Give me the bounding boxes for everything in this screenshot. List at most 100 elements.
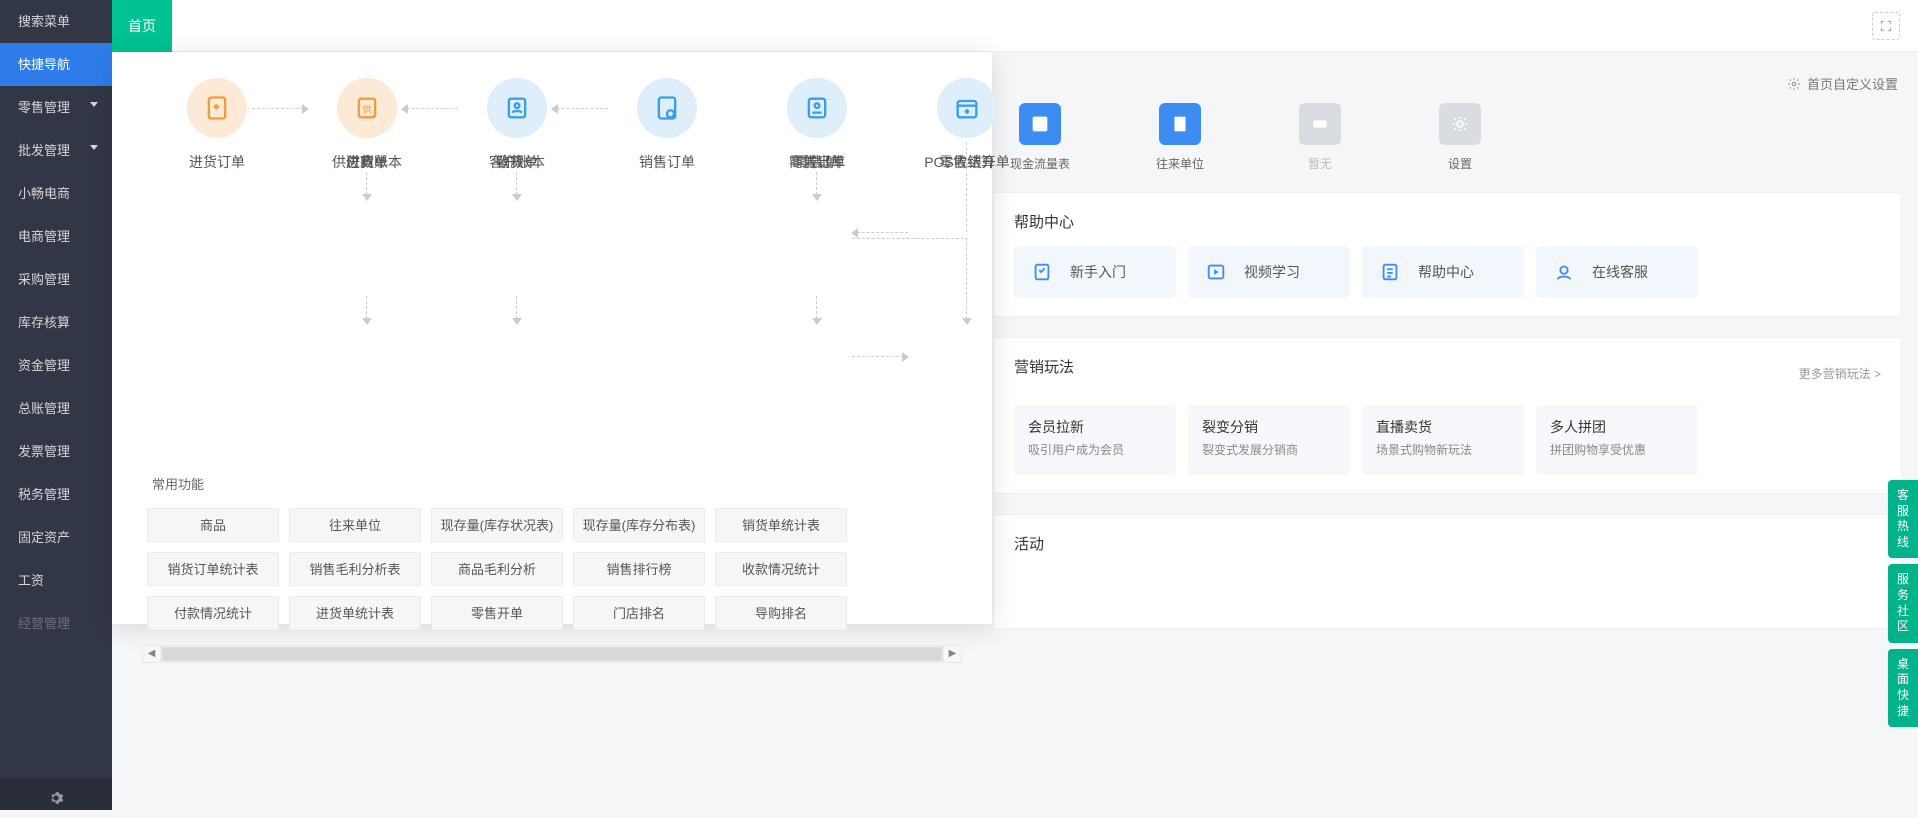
sidebar-item-funds[interactable]: 资金管理 xyxy=(0,344,112,387)
tag-community[interactable]: 服务社区 xyxy=(1888,564,1918,642)
fullscreen-button[interactable] xyxy=(1872,12,1900,40)
cf-btn[interactable]: 商品 xyxy=(147,508,279,542)
svg-text:供: 供 xyxy=(362,104,371,115)
help-card-support[interactable]: 在线客服 xyxy=(1536,246,1698,298)
gear-icon xyxy=(48,786,64,802)
flow-node-retail-settle[interactable]: 零售结算 xyxy=(892,78,1042,172)
customize-link[interactable]: 首页自定义设置 xyxy=(1787,74,1898,93)
quick-contacts[interactable]: 往来单位 xyxy=(1145,103,1215,172)
cf-btn[interactable]: 门店排名 xyxy=(573,596,705,630)
document-in-icon xyxy=(187,78,247,138)
marketing-more-link[interactable]: 更多营销玩法 > xyxy=(1799,365,1881,382)
sidebar-item-label: 工资 xyxy=(18,573,44,588)
activity-panel: 活动 xyxy=(993,514,1902,629)
sidebar-item-label: 电商管理 xyxy=(18,229,70,244)
cf-btn[interactable]: 导购排名 xyxy=(715,596,847,630)
sidebar-item-business[interactable]: 经营管理 xyxy=(0,602,112,645)
customer-icon xyxy=(487,78,547,138)
sidebar-item-tax[interactable]: 税务管理 xyxy=(0,473,112,516)
tag-hotline[interactable]: 客服热线 xyxy=(1888,480,1918,558)
document-icon xyxy=(1376,258,1404,286)
help-card-getting-started[interactable]: 新手入门 xyxy=(1014,246,1176,298)
flow-node-sales-order[interactable]: 销售订单 xyxy=(592,78,742,172)
supplier-icon: 供 xyxy=(337,78,397,138)
help-card-center[interactable]: 帮助中心 xyxy=(1362,246,1524,298)
mkt-card-live[interactable]: 直播卖货场景式购物新玩法 xyxy=(1362,405,1524,475)
mkt-card-group[interactable]: 多人拼团拼团购物享受优惠 xyxy=(1536,405,1698,475)
activity-title: 活动 xyxy=(1014,533,1881,554)
flow-node-retail-out[interactable]: 零售出库 xyxy=(742,78,892,172)
cf-btn[interactable]: 销货订单统计表 xyxy=(147,552,279,586)
sidebar-item-ledger[interactable]: 总账管理 xyxy=(0,387,112,430)
mkt-card-member[interactable]: 会员拉新吸引用户成为会员 xyxy=(1014,405,1176,475)
cf-btn[interactable]: 往来单位 xyxy=(289,508,421,542)
arrow-icon xyxy=(852,352,908,362)
marketing-title: 营销玩法 xyxy=(1014,356,1074,377)
cf-btn[interactable]: 付款情况统计 xyxy=(147,596,279,630)
arrow-icon xyxy=(362,172,372,200)
building-icon xyxy=(1159,103,1201,145)
common-functions-grid: 商品 往来单位 现存量(库存状况表) 现存量(库存分布表) 销货单统计表 销货订… xyxy=(122,503,982,635)
sidebar-item-salary[interactable]: 工资 xyxy=(0,559,112,602)
quick-actions: 现金流量表 往来单位 暂无 设置 xyxy=(993,103,1902,172)
scrollbar-thumb[interactable] xyxy=(162,647,942,661)
floating-tags: 客服热线 服务社区 桌面快捷 xyxy=(1888,480,1918,727)
sidebar-item-label: 搜索菜单 xyxy=(18,14,70,29)
outbound-icon xyxy=(787,78,847,138)
chevron-down-icon xyxy=(90,145,98,150)
sidebar-item-label: 资金管理 xyxy=(18,358,70,373)
sidebar-item-retail[interactable]: 零售管理 xyxy=(0,86,112,129)
cf-btn[interactable]: 进货单统计表 xyxy=(289,596,421,630)
arrow-icon xyxy=(812,172,822,200)
arrow-icon xyxy=(962,238,972,324)
flow-node-customer-ledger[interactable]: 客户账本 xyxy=(442,78,592,172)
sidebar-item-label: 批发管理 xyxy=(18,143,70,158)
sidebar-item-label: 固定资产 xyxy=(18,530,70,545)
cf-btn[interactable]: 销售排行榜 xyxy=(573,552,705,586)
scroll-right-icon[interactable]: ▶ xyxy=(943,646,961,662)
quick-settings[interactable]: 设置 xyxy=(1425,103,1495,172)
sidebar-item-label: 小畅电商 xyxy=(18,186,70,201)
sidebar-item-assets[interactable]: 固定资产 xyxy=(0,516,112,559)
mkt-card-fission[interactable]: 裂变分销裂变式发展分销商 xyxy=(1188,405,1350,475)
scroll-left-icon[interactable]: ◀ xyxy=(143,646,161,662)
sidebar-item-label: 零售管理 xyxy=(18,100,70,115)
cf-btn[interactable]: 商品毛利分析 xyxy=(431,552,563,586)
cf-btn[interactable]: 销货单统计表 xyxy=(715,508,847,542)
sidebar-item-ecom1[interactable]: 小畅电商 xyxy=(0,172,112,215)
tab-home[interactable]: 首页 xyxy=(112,0,172,52)
sidebar-item-quicknav[interactable]: 快捷导航 xyxy=(0,43,112,86)
cf-btn[interactable]: 收款情况统计 xyxy=(715,552,847,586)
sidebar-item-inventory[interactable]: 库存核算 xyxy=(0,301,112,344)
settle-icon xyxy=(937,78,997,138)
flow-node-purchase-order[interactable]: 进货订单 xyxy=(142,78,292,172)
arrow-icon xyxy=(852,228,908,238)
sidebar-item-label: 采购管理 xyxy=(18,272,70,287)
arrow-icon xyxy=(512,296,522,324)
play-icon xyxy=(1202,258,1230,286)
sidebar-settings[interactable] xyxy=(0,778,112,810)
sidebar-item-label: 税务管理 xyxy=(18,487,70,502)
flow-node-supplier-ledger[interactable]: 供供应商账本 xyxy=(292,78,442,172)
cf-btn[interactable]: 销售毛利分析表 xyxy=(289,552,421,586)
sidebar-item-ecom2[interactable]: 电商管理 xyxy=(0,215,112,258)
sidebar-item-invoice[interactable]: 发票管理 xyxy=(0,430,112,473)
cf-btn[interactable]: 现存量(库存状况表) xyxy=(431,508,563,542)
sidebar-item-purchase[interactable]: 采购管理 xyxy=(0,258,112,301)
marketing-panel: 营销玩法 更多营销玩法 > 会员拉新吸引用户成为会员 裂变分销裂变式发展分销商 … xyxy=(993,337,1902,494)
cf-btn[interactable]: 现存量(库存分布表) xyxy=(573,508,705,542)
sidebar-item-label: 快捷导航 xyxy=(18,57,70,72)
horizontal-scrollbar[interactable]: ◀ ▶ xyxy=(142,645,962,663)
headset-icon xyxy=(1550,258,1578,286)
arrow-icon xyxy=(512,172,522,200)
sidebar-item-label: 库存核算 xyxy=(18,315,70,330)
arrow-icon xyxy=(852,234,964,244)
sidebar-item-search[interactable]: 搜索菜单 xyxy=(0,0,112,43)
sidebar-item-wholesale[interactable]: 批发管理 xyxy=(0,129,112,172)
quicknav-flyout: 进货订单 进货单 销货单 销售订单 商城订单 POS收银开单 付款单 收款单 零… xyxy=(112,52,992,624)
fullscreen-icon xyxy=(1879,19,1893,33)
help-card-video[interactable]: 视频学习 xyxy=(1188,246,1350,298)
tag-desktop[interactable]: 桌面快捷 xyxy=(1888,649,1918,727)
cf-btn[interactable]: 零售开单 xyxy=(431,596,563,630)
quick-empty[interactable]: 暂无 xyxy=(1285,103,1355,172)
